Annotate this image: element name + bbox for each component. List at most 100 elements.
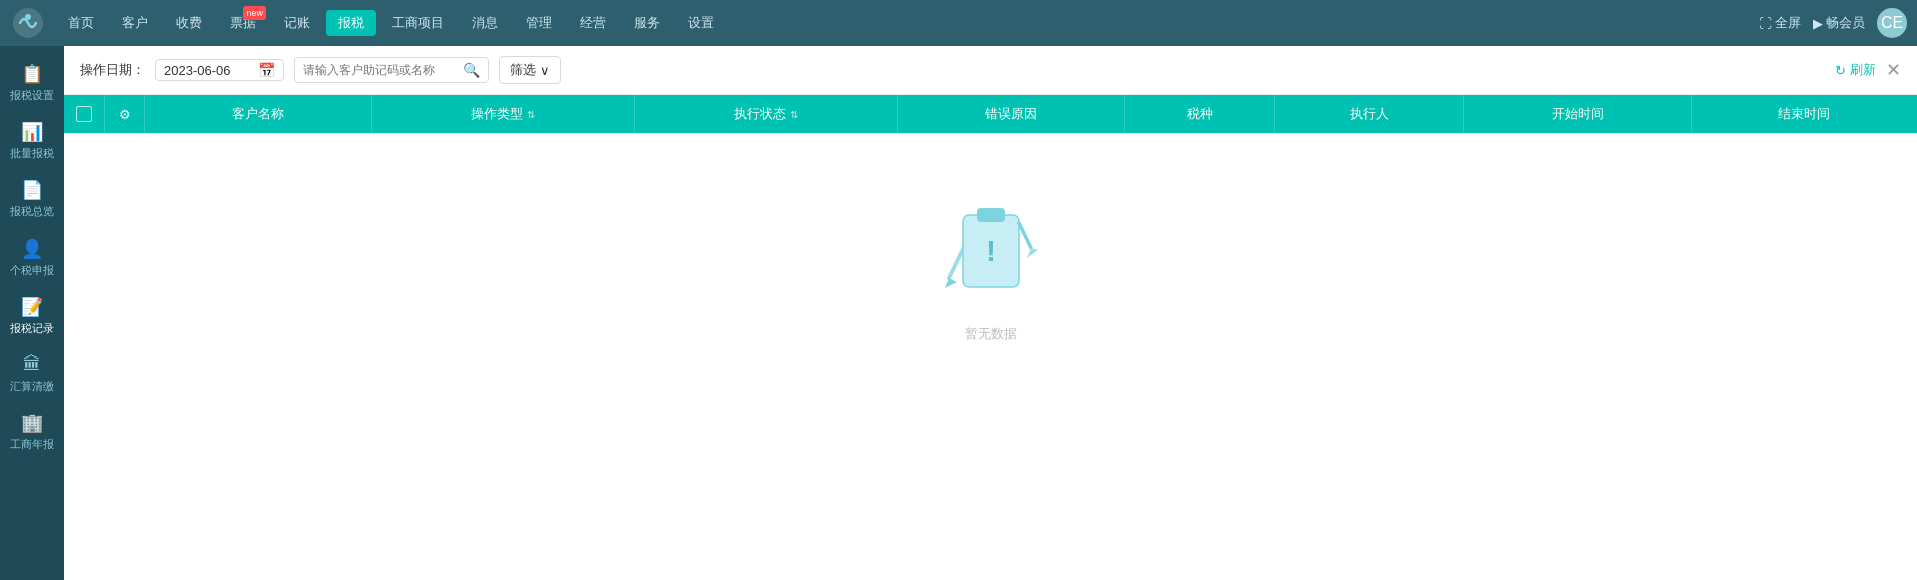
sidebar-label-annual-report: 工商年报 <box>10 438 54 451</box>
col-end-time: 结束时间 <box>1691 95 1917 133</box>
main-layout: 📋 报税设置 📊 批量报税 📄 报税总览 👤 个税申报 📝 报税记录 🏛 汇算清缴 🏢 工商年报 操作日期… <box>0 46 1917 580</box>
nav-item-operation[interactable]: 经营 <box>568 10 618 36</box>
data-table: ⚙ 客户名称 操作类型 ⇅ <box>64 95 1917 403</box>
empty-text: 暂无数据 <box>965 325 1017 343</box>
search-input[interactable] <box>295 59 455 81</box>
search-box: 🔍 <box>294 57 489 83</box>
empty-illustration: ! <box>931 193 1051 313</box>
fullscreen-button[interactable]: ⛶ 全屏 <box>1759 14 1801 32</box>
nav-item-settings[interactable]: 设置 <box>676 10 726 36</box>
filter-chevron-icon: ∨ <box>540 63 550 78</box>
sidebar-label-batch-tax: 批量报税 <box>10 147 54 160</box>
batch-tax-icon: 📊 <box>20 120 44 144</box>
refresh-button[interactable]: ↻ 刷新 <box>1835 61 1876 79</box>
col-operation-type-label: 操作类型 <box>471 105 523 123</box>
personal-tax-icon: 👤 <box>20 237 44 261</box>
sidebar-label-tax-record: 报税记录 <box>10 322 54 335</box>
col-exec-status-label: 执行状态 <box>734 105 786 123</box>
sidebar: 📋 报税设置 📊 批量报税 📄 报税总览 👤 个税申报 📝 报税记录 🏛 汇算清缴 🏢 工商年报 <box>0 46 64 580</box>
nav-item-customer[interactable]: 客户 <box>110 10 160 36</box>
search-button[interactable]: 🔍 <box>455 58 488 82</box>
svg-line-7 <box>1019 223 1031 248</box>
sidebar-item-batch-tax[interactable]: 📊 批量报税 <box>0 112 64 168</box>
calendar-icon: 📅 <box>258 62 275 78</box>
nav-item-tax[interactable]: 报税 <box>326 10 376 36</box>
member-label: 畅会员 <box>1826 14 1865 32</box>
nav-item-management[interactable]: 管理 <box>514 10 564 36</box>
nav-right-area: ⛶ 全屏 ▶ 畅会员 CE <box>1759 8 1907 38</box>
sort-icon-status[interactable]: ⇅ <box>790 109 798 120</box>
date-picker[interactable]: 📅 <box>155 59 284 81</box>
avatar-text: CE <box>1881 14 1903 32</box>
svg-marker-3 <box>945 278 957 288</box>
close-button[interactable]: ✕ <box>1886 59 1901 81</box>
col-customer-name: 客户名称 <box>145 95 372 133</box>
col-operation-type: 操作类型 ⇅ <box>372 95 635 133</box>
col-start-time-label: 开始时间 <box>1552 105 1604 123</box>
nav-item-home[interactable]: 首页 <box>56 10 106 36</box>
refresh-icon: ↻ <box>1835 63 1846 78</box>
empty-state: ! 暂无数据 <box>64 133 1917 403</box>
fullscreen-icon: ⛶ <box>1759 16 1772 31</box>
col-error-reason-label: 错误原因 <box>985 105 1037 123</box>
nav-item-service[interactable]: 服务 <box>622 10 672 36</box>
badge-new-bill: new <box>243 6 266 20</box>
sidebar-label-personal-tax: 个税申报 <box>10 264 54 277</box>
select-all-col <box>64 95 105 133</box>
member-icon: ▶ <box>1813 16 1823 31</box>
col-executor: 执行人 <box>1275 95 1464 133</box>
nav-item-fee[interactable]: 收费 <box>164 10 214 36</box>
sidebar-item-tax-settings[interactable]: 📋 报税设置 <box>0 54 64 110</box>
svg-marker-8 <box>1027 248 1038 258</box>
svg-rect-5 <box>977 208 1005 222</box>
nav-menu: 首页客户收费票据new记账报税工商项目消息管理经营服务设置 <box>56 10 1759 36</box>
app-logo[interactable] <box>10 5 46 41</box>
toolbar: 操作日期： 📅 🔍 筛选 ∨ ↻ 刷新 ✕ <box>64 46 1917 95</box>
top-navigation: 首页客户收费票据new记账报税工商项目消息管理经营服务设置 ⛶ 全屏 ▶ 畅会员… <box>0 0 1917 46</box>
col-start-time: 开始时间 <box>1464 95 1691 133</box>
annual-report-icon: 🏢 <box>20 411 44 435</box>
nav-item-bookkeeping[interactable]: 记账 <box>272 10 322 36</box>
svg-text:!: ! <box>986 234 996 267</box>
sidebar-item-annual-report[interactable]: 🏢 工商年报 <box>0 403 64 459</box>
filter-button[interactable]: 筛选 ∨ <box>499 56 561 84</box>
col-customer-name-label: 客户名称 <box>232 105 284 123</box>
nav-item-message[interactable]: 消息 <box>460 10 510 36</box>
table-body: ! 暂无数据 <box>64 133 1917 403</box>
empty-state-row: ! 暂无数据 <box>64 133 1917 403</box>
col-exec-status: 执行状态 ⇅ <box>634 95 897 133</box>
table-container: ⚙ 客户名称 操作类型 ⇅ <box>64 95 1917 580</box>
toolbar-right: ↻ 刷新 ✕ <box>1835 59 1901 81</box>
col-executor-label: 执行人 <box>1350 105 1389 123</box>
sort-icon-operation[interactable]: ⇅ <box>527 109 535 120</box>
select-all-checkbox[interactable] <box>76 106 92 122</box>
member-button[interactable]: ▶ 畅会员 <box>1813 14 1865 32</box>
settings-icon[interactable]: ⚙ <box>119 107 131 122</box>
user-avatar[interactable]: CE <box>1877 8 1907 38</box>
empty-svg: ! <box>931 193 1051 313</box>
sidebar-label-settlement: 汇算清缴 <box>10 380 54 393</box>
filter-label: 筛选 <box>510 61 536 79</box>
date-input[interactable] <box>164 63 254 78</box>
sidebar-item-settlement[interactable]: 🏛 汇算清缴 <box>0 345 64 401</box>
date-label: 操作日期： <box>80 61 145 79</box>
tax-overview-icon: 📄 <box>20 178 44 202</box>
nav-item-business[interactable]: 工商项目 <box>380 10 456 36</box>
sidebar-label-tax-settings: 报税设置 <box>10 89 54 102</box>
refresh-label: 刷新 <box>1850 61 1876 79</box>
sidebar-label-tax-overview: 报税总览 <box>10 205 54 218</box>
table-header-row: ⚙ 客户名称 操作类型 ⇅ <box>64 95 1917 133</box>
svg-point-1 <box>25 14 31 20</box>
col-tax-type: 税种 <box>1124 95 1275 133</box>
sidebar-item-tax-overview[interactable]: 📄 报税总览 <box>0 170 64 226</box>
col-end-time-label: 结束时间 <box>1778 105 1830 123</box>
tax-record-icon: 📝 <box>20 295 44 319</box>
sidebar-item-tax-record[interactable]: 📝 报税记录 <box>0 287 64 343</box>
sidebar-item-personal-tax[interactable]: 👤 个税申报 <box>0 229 64 285</box>
content-area: 操作日期： 📅 🔍 筛选 ∨ ↻ 刷新 ✕ <box>64 46 1917 580</box>
col-tax-type-label: 税种 <box>1187 105 1213 123</box>
settlement-icon: 🏛 <box>20 353 44 377</box>
col-error-reason: 错误原因 <box>897 95 1124 133</box>
nav-item-bill[interactable]: 票据new <box>218 10 268 36</box>
tax-settings-icon: 📋 <box>20 62 44 86</box>
